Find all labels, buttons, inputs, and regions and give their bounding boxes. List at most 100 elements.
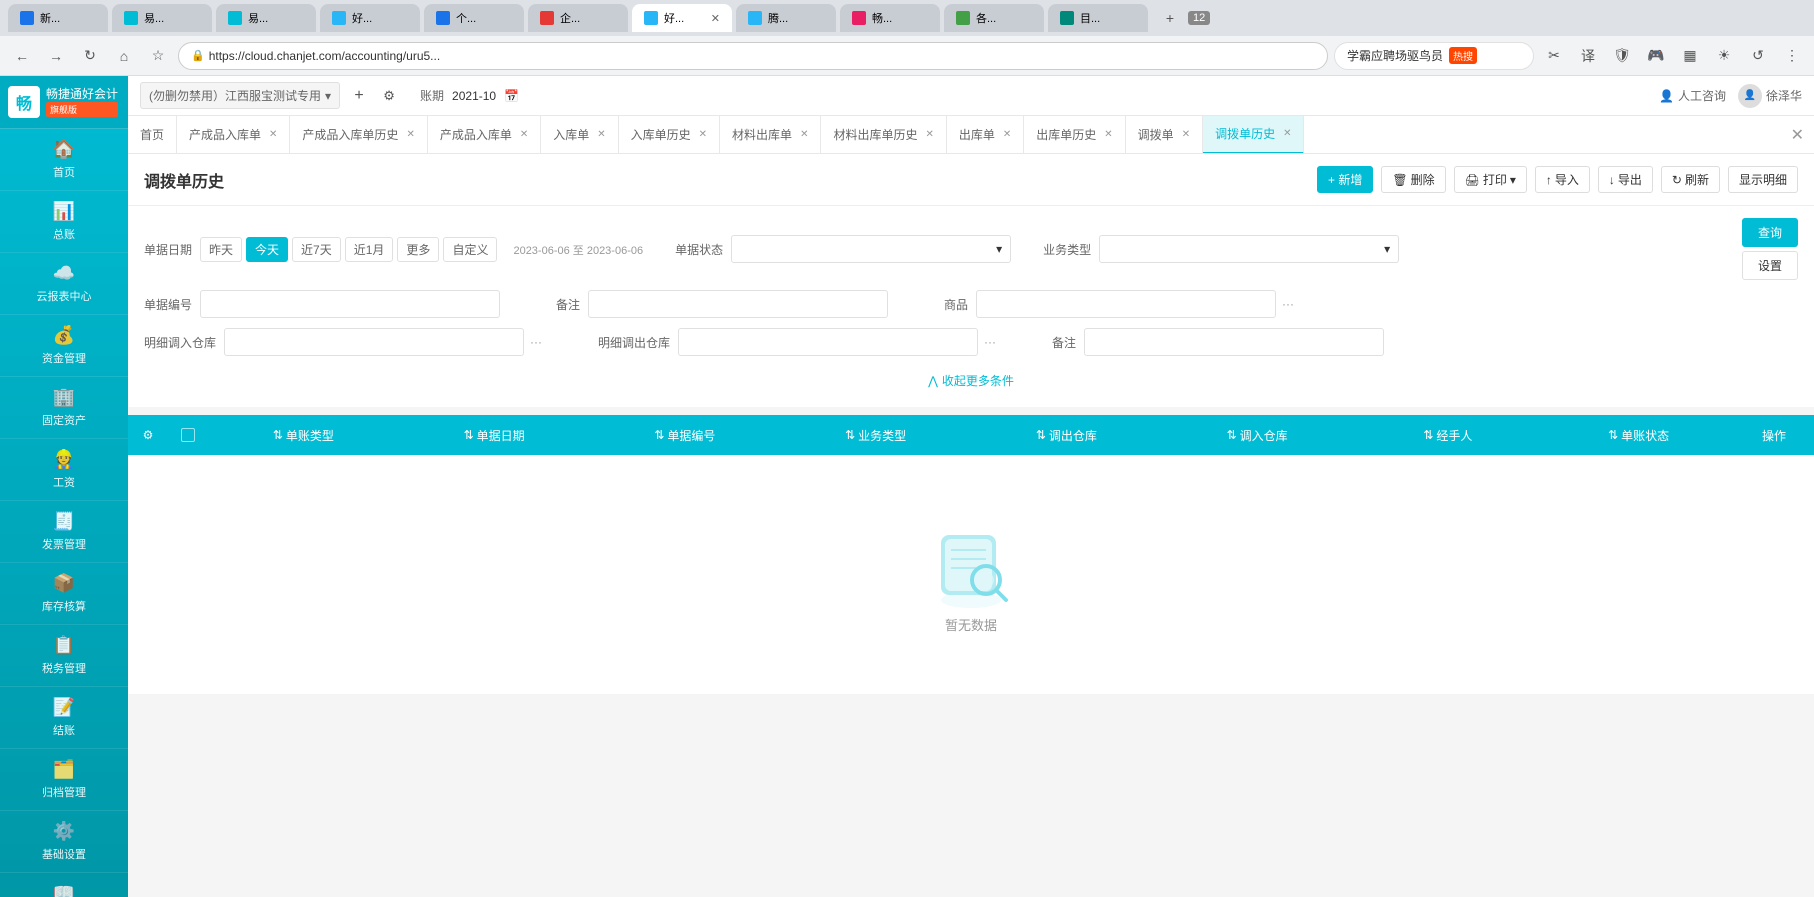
th-doc-date[interactable]: ⇅ 单据日期 [399, 427, 590, 444]
select-all-checkbox[interactable] [181, 428, 195, 442]
company-settings-button[interactable]: ⚙ [378, 85, 400, 107]
tab-7-close[interactable]: ✕ [925, 129, 933, 140]
th-biz-type[interactable]: ⇅ 业务类型 [780, 427, 971, 444]
display-detail-button[interactable]: 显示明细 [1728, 166, 1798, 193]
browser-tab-10[interactable]: 目... [1048, 4, 1148, 32]
delete-button[interactable]: 🗑 删除 [1381, 166, 1445, 193]
tab-11-close[interactable]: ✕ [1283, 128, 1291, 139]
add-company-button[interactable]: + [348, 85, 370, 107]
undo-button[interactable]: ↺ [1744, 42, 1772, 70]
browser-tab-7[interactable]: 腾... [736, 4, 836, 32]
goods-more-button[interactable]: ··· [1282, 297, 1294, 311]
collapse-button[interactable]: ⋀ 收起更多条件 [144, 366, 1798, 395]
tab-6-close[interactable]: ✕ [800, 129, 808, 140]
customer-service[interactable]: 👤 人工咨询 [1659, 87, 1726, 104]
browser-tab-9[interactable]: 各... [944, 4, 1044, 32]
page-tab-2[interactable]: 产成品入库单历史 ✕ [290, 116, 427, 154]
page-tab-3[interactable]: 产成品入库单 ✕ [428, 116, 541, 154]
page-tab-8[interactable]: 出库单 ✕ [947, 116, 1024, 154]
extension-btn-3[interactable]: 🛡 [1608, 42, 1636, 70]
page-tab-home[interactable]: 首页 [128, 116, 177, 154]
detail-in-warehouse-input[interactable] [224, 328, 524, 356]
page-tab-1[interactable]: 产成品入库单 ✕ [177, 116, 290, 154]
page-tab-9[interactable]: 出库单历史 ✕ [1024, 116, 1125, 154]
more-button[interactable]: ⋮ [1778, 42, 1806, 70]
sidebar-item-archive[interactable]: 🗂️ 归档管理 [0, 749, 128, 811]
page-tab-5[interactable]: 入库单历史 ✕ [619, 116, 720, 154]
print-button[interactable]: 🖨 打印 ▾ [1454, 166, 1527, 193]
date-btn-7days[interactable]: 近7天 [292, 237, 341, 262]
extension-btn-2[interactable]: 译 [1574, 42, 1602, 70]
sidebar-item-invoice[interactable]: 🧾 发票管理 [0, 501, 128, 563]
browser-tab-8[interactable]: 畅... [840, 4, 940, 32]
address-bar[interactable]: 🔒 https://cloud.chanjet.com/accounting/u… [178, 42, 1328, 70]
browser-tab-5[interactable]: 企... [528, 4, 628, 32]
remark-input[interactable] [588, 290, 888, 318]
th-checkbox[interactable] [168, 428, 208, 442]
browser-search-bar[interactable]: 学霸应聘场驱鸟员 热搜 [1334, 42, 1534, 70]
date-btn-more[interactable]: 更多 [397, 237, 439, 262]
sidebar-item-ledger[interactable]: 📊 总账 [0, 191, 128, 253]
tab-8-close[interactable]: ✕ [1003, 129, 1011, 140]
browser-tab-6-close[interactable]: ✕ [711, 12, 720, 25]
browser-tab-2[interactable]: 易... [216, 4, 316, 32]
page-tab-4[interactable]: 入库单 ✕ [541, 116, 618, 154]
refresh-page-button[interactable]: ↻ 刷新 [1661, 166, 1720, 193]
th-handler[interactable]: ⇅ 经手人 [1353, 427, 1544, 444]
export-button[interactable]: ↓ 导出 [1598, 166, 1653, 193]
tab-1-close[interactable]: ✕ [269, 129, 277, 140]
extension-btn-1[interactable]: ✂ [1540, 42, 1568, 70]
date-btn-custom[interactable]: 自定义 [443, 237, 497, 262]
th-in-warehouse[interactable]: ⇅ 调入仓库 [1162, 427, 1353, 444]
tab-5-close[interactable]: ✕ [699, 129, 707, 140]
biz-type-select[interactable]: ▾ [1099, 235, 1399, 263]
sidebar-item-tax[interactable]: 📋 税务管理 [0, 625, 128, 687]
sidebar-item-tutorial[interactable]: 📖 新手引导 [0, 873, 128, 897]
goods-input[interactable] [976, 290, 1276, 318]
sidebar-item-home[interactable]: 🏠 首页 [0, 129, 128, 191]
detail-out-warehouse-input[interactable] [678, 328, 978, 356]
th-gear[interactable]: ⚙ [128, 428, 168, 442]
detail-remark-input[interactable] [1084, 328, 1384, 356]
sidebar-item-fixed-assets[interactable]: 🏢 固定资产 [0, 377, 128, 439]
tab-9-close[interactable]: ✕ [1104, 129, 1112, 140]
import-button[interactable]: ↑ 导入 [1535, 166, 1590, 193]
date-btn-today[interactable]: 今天 [246, 237, 288, 262]
sidebar-item-salary[interactable]: 👷 工资 [0, 439, 128, 501]
page-tab-10[interactable]: 调拨单 ✕ [1126, 116, 1203, 154]
filter-settings-button[interactable]: 设置 [1742, 251, 1798, 280]
browser-tab-3[interactable]: 好... [320, 4, 420, 32]
sidebar-item-settings[interactable]: ⚙️ 基础设置 [0, 811, 128, 873]
user-profile[interactable]: 👤 徐泽华 [1738, 84, 1802, 108]
tab-4-close[interactable]: ✕ [597, 129, 605, 140]
date-btn-1month[interactable]: 近1月 [345, 237, 394, 262]
bookmark-button[interactable]: ☆ [144, 42, 172, 70]
close-all-tabs-button[interactable]: ✕ [1781, 125, 1814, 145]
back-button[interactable]: ← [8, 42, 36, 70]
extension-btn-5[interactable]: ▦ [1676, 42, 1704, 70]
query-button[interactable]: 查询 [1742, 218, 1798, 247]
tab-2-close[interactable]: ✕ [406, 129, 414, 140]
sidebar-item-inventory[interactable]: 📦 库存核算 [0, 563, 128, 625]
detail-out-more-button[interactable]: ··· [984, 335, 996, 349]
home-button[interactable]: ⌂ [110, 42, 138, 70]
date-btn-yesterday[interactable]: 昨天 [200, 237, 242, 262]
doc-number-input[interactable] [200, 290, 500, 318]
browser-tab-1[interactable]: 易... [112, 4, 212, 32]
period-value[interactable]: 2021-10 [452, 89, 496, 103]
status-select[interactable]: ▾ [731, 235, 1011, 263]
page-tab-6[interactable]: 材料出库单 ✕ [720, 116, 821, 154]
browser-tab-0[interactable]: 新... [8, 4, 108, 32]
th-status[interactable]: ⇅ 单账状态 [1543, 427, 1734, 444]
th-out-warehouse[interactable]: ⇅ 调出仓库 [971, 427, 1162, 444]
new-doc-button[interactable]: + 新增 [1317, 166, 1373, 193]
th-doc-number[interactable]: ⇅ 单据编号 [590, 427, 781, 444]
th-doc-type[interactable]: ⇅ 单账类型 [208, 427, 399, 444]
page-tab-7[interactable]: 材料出库单历史 ✕ [821, 116, 946, 154]
extension-btn-4[interactable]: 🎮 [1642, 42, 1670, 70]
sidebar-item-close-accounts[interactable]: 📝 结账 [0, 687, 128, 749]
forward-button[interactable]: → [42, 42, 70, 70]
page-tab-11[interactable]: 调拨单历史 ✕ [1203, 116, 1304, 154]
calendar-icon[interactable]: 📅 [504, 89, 519, 103]
browser-tab-6[interactable]: 好... ✕ [632, 4, 732, 32]
